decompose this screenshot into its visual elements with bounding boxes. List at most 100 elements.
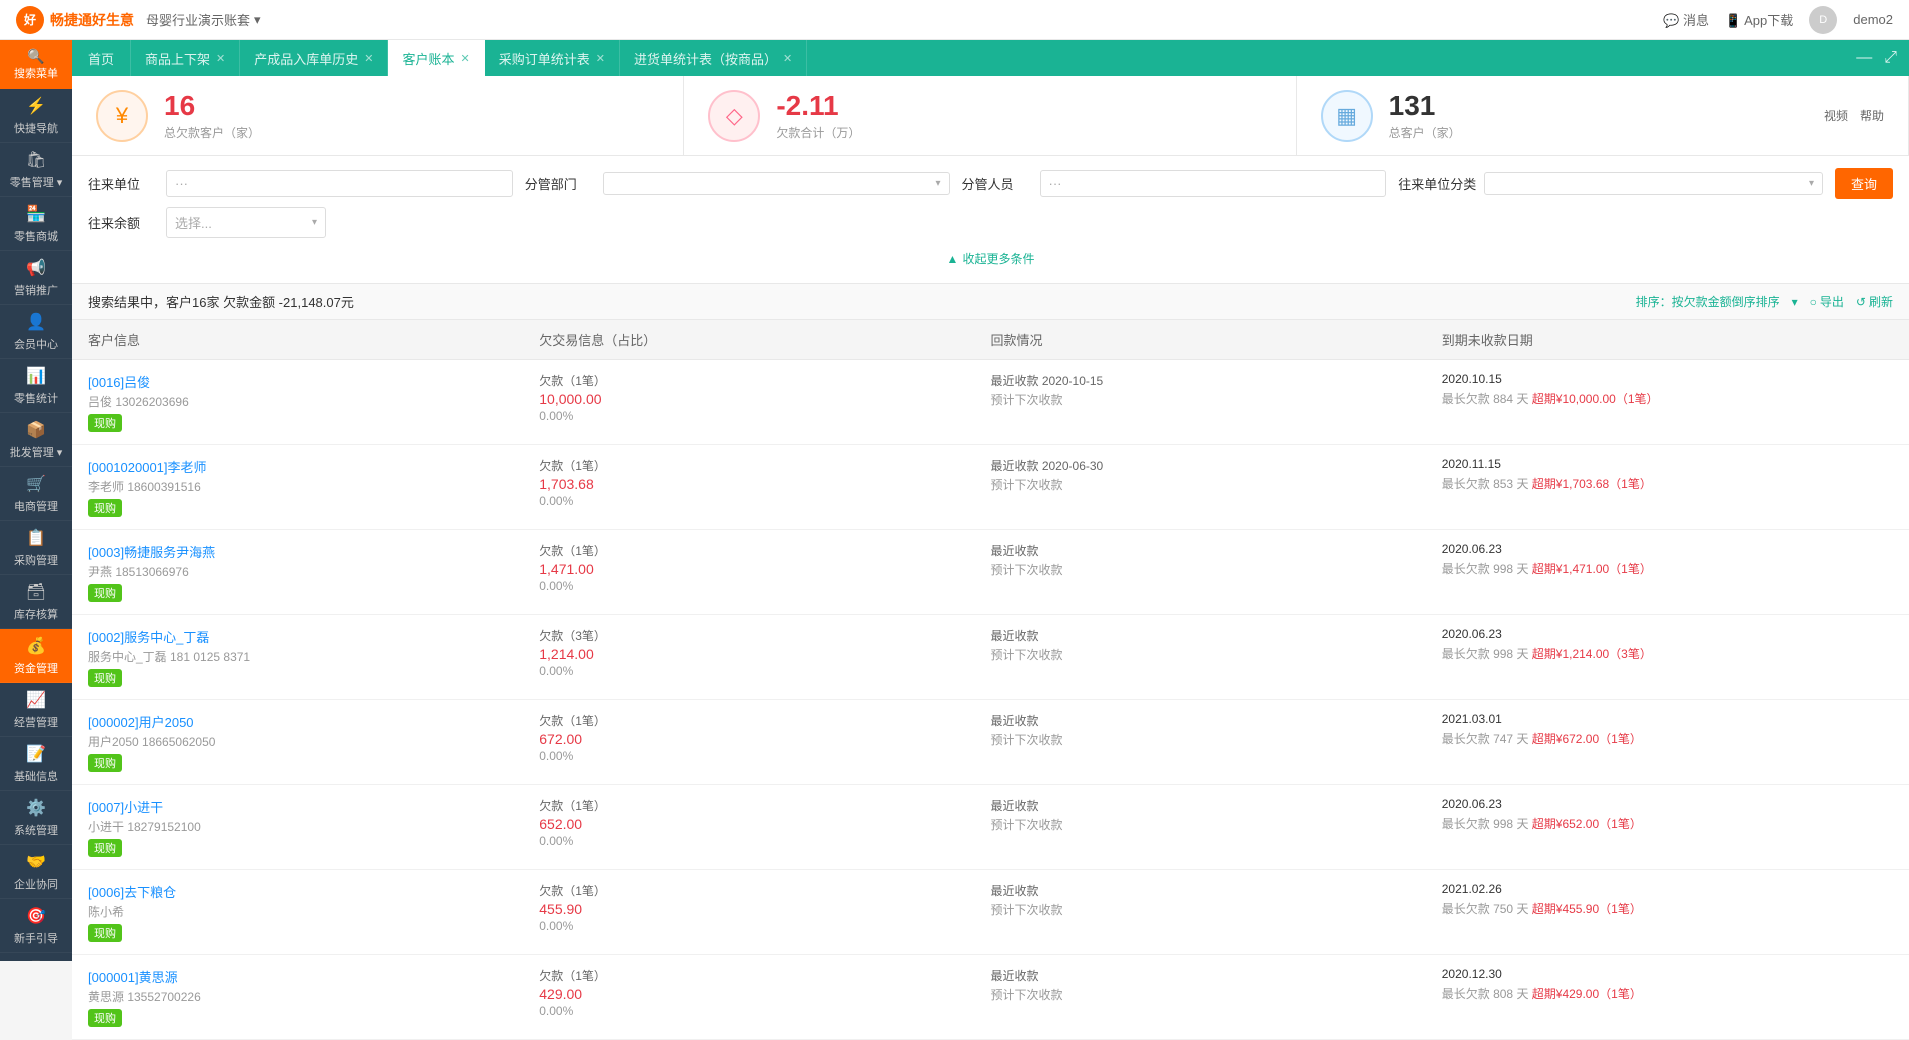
debt-cell-6: 欠款（1笔） 455.90 0.00% [539, 882, 990, 933]
overdue-link-4[interactable]: 超期¥672.00（1笔） [1532, 732, 1642, 746]
sidebar-item-quick-nav[interactable]: ⚡ 快捷导航 [0, 89, 72, 143]
unit-category-input[interactable]: ▾ [1484, 172, 1823, 195]
sidebar-item-newbie[interactable]: 🎯 新手引导 [0, 899, 72, 953]
customer-sub-2: 尹燕 18513066976 [88, 563, 539, 580]
customer-id-2[interactable]: [0003]畅捷服务尹海燕 [88, 542, 539, 561]
overdue-info-1: 最长欠款 853 天 超期¥1,703.68（1笔） [1442, 475, 1893, 492]
tab-home[interactable]: 首页 [72, 40, 131, 76]
debt-label-0: 欠款（1笔） [539, 372, 990, 389]
tab-products[interactable]: 商品上下架 ✕ [131, 40, 240, 76]
overdue-date-2: 2020.06.23 [1442, 542, 1893, 556]
top-bar-left: 好 畅捷通好生意 母婴行业演示账套 ▾ [16, 6, 261, 34]
enterprise-icon: 🤝 [26, 852, 46, 872]
customer-sub-3: 服务中心_丁磊 181 0125 8371 [88, 648, 539, 665]
overdue-info-7: 最长欠款 808 天 超期¥429.00（1笔） [1442, 985, 1893, 1002]
collapse-btn[interactable]: ▲ 收起更多条件 [88, 246, 1893, 271]
table-row: [0006]去下粮仓 陈小希 现购 欠款（1笔） 455.90 0.00% 最近… [72, 870, 1909, 955]
tab-products-close[interactable]: ✕ [216, 52, 225, 65]
sidebar-item-ecommerce[interactable]: 🛒 电商管理 [0, 467, 72, 521]
debt-cell-2: 欠款（1笔） 1,471.00 0.00% [539, 542, 990, 593]
overdue-cell-2: 2020.06.23 最长欠款 998 天 超期¥1,471.00（1笔） [1442, 542, 1893, 577]
table-body: [0016]吕俊 吕俊 13026203696 现购 欠款（1笔） 10,000… [72, 360, 1909, 1040]
overdue-link-3[interactable]: 超期¥1,214.00（3笔） [1532, 647, 1652, 661]
capital-icon: 💰 [26, 636, 46, 656]
system-label: 系统管理 [14, 822, 58, 838]
overdue-link-1[interactable]: 超期¥1,703.68（1笔） [1532, 477, 1652, 491]
overdue-link-5[interactable]: 超期¥652.00（1笔） [1532, 817, 1642, 831]
debt-percent-4: 0.00% [539, 749, 990, 763]
sidebar-item-marketing[interactable]: 📢 营销推广 [0, 251, 72, 305]
overdue-link-6[interactable]: 超期¥455.90（1笔） [1532, 902, 1642, 916]
debt-cell-0: 欠款（1笔） 10,000.00 0.00% [539, 372, 990, 423]
sidebar-item-operations[interactable]: 📈 经营管理 [0, 683, 72, 737]
tab-expand-btn[interactable]: ⤢ [1880, 47, 1901, 69]
tab-stock-stat[interactable]: 进货单统计表（按商品） ✕ [620, 40, 807, 76]
sidebar-item-system[interactable]: ⚙️ 系统管理 [0, 791, 72, 845]
debt-amount-1: 1,703.68 [539, 476, 990, 492]
collection-next-6: 预计下次收款 [991, 901, 1442, 918]
result-actions: 排序：按欠款金额倒序排序 ▾ ○ 导出 ↺ 刷新 [1636, 293, 1893, 310]
sort-select[interactable]: 排序：按欠款金额倒序排序 [1636, 293, 1780, 310]
sidebar-item-inventory[interactable]: 🗃 库存核算 [0, 575, 72, 629]
sidebar-search[interactable]: 🔍 搜索菜单 [0, 40, 72, 89]
debt-cell-1: 欠款（1笔） 1,703.68 0.00% [539, 457, 990, 508]
customer-sub-1: 李老师 18600391516 [88, 478, 539, 495]
person-label: 分管人员 [962, 174, 1032, 193]
tab-minimize-btn[interactable]: — [1852, 47, 1876, 69]
from-unit-input[interactable]: ··· [166, 170, 513, 197]
sidebar-item-retail-mgmt[interactable]: 🛍 零售管理 ▾ [0, 143, 72, 197]
message-btn[interactable]: 💬 消息 [1663, 10, 1709, 29]
help-btn[interactable]: 帮助 [1860, 107, 1884, 124]
from-unit-label: 往来单位 [88, 174, 158, 193]
sidebar-item-basic-info[interactable]: 📝 基础信息 [0, 737, 72, 791]
customer-id-7[interactable]: [000001]黄思源 [88, 967, 539, 986]
customer-id-3[interactable]: [0002]服务中心_丁磊 [88, 627, 539, 646]
sidebar-item-app-center[interactable]: 📱 应用中心 [0, 953, 72, 961]
person-input[interactable]: ··· [1040, 170, 1387, 197]
collection-cell-1: 最近收款 2020-06-30 预计下次收款 [991, 457, 1442, 493]
result-bar: 搜索结果中，客户16家 欠款金额 -21,148.07元 排序：按欠款金额倒序排… [72, 284, 1909, 320]
balance-placeholder: 选择... [175, 213, 212, 232]
sidebar-item-capital[interactable]: 💰 资金管理 [0, 629, 72, 683]
customer-id-1[interactable]: [0001020001]李老师 [88, 457, 539, 476]
view-btn[interactable]: 视频 [1824, 107, 1848, 124]
company-select[interactable]: 母婴行业演示账套 ▾ [146, 10, 261, 29]
department-input[interactable]: ▾ [603, 172, 950, 195]
tab-customer-account-close[interactable]: ✕ [461, 52, 470, 65]
collection-next-5: 预计下次收款 [991, 816, 1442, 833]
tab-stock-stat-close[interactable]: ✕ [783, 52, 792, 65]
tab-stock-history-close[interactable]: ✕ [364, 52, 373, 65]
customer-id-0[interactable]: [0016]吕俊 [88, 372, 539, 391]
customer-id-5[interactable]: [0007]小进干 [88, 797, 539, 816]
collection-next-7: 预计下次收款 [991, 986, 1442, 1003]
sidebar-item-batch-mgmt[interactable]: 📦 批发管理 ▾ [0, 413, 72, 467]
sidebar-item-retail-mall[interactable]: 🏪 零售商城 [0, 197, 72, 251]
app-download-btn[interactable]: 📱 App下载 [1725, 10, 1793, 29]
sidebar-item-enterprise[interactable]: 🤝 企业协同 [0, 845, 72, 899]
sidebar-item-retail-stat[interactable]: 📊 零售统计 [0, 359, 72, 413]
overdue-info-3: 最长欠款 998 天 超期¥1,214.00（3笔） [1442, 645, 1893, 662]
balance-select[interactable]: 选择... ▾ [166, 207, 326, 238]
sidebar-item-purchase[interactable]: 📋 采购管理 [0, 521, 72, 575]
collection-date-0: 最近收款 2020-10-15 [991, 372, 1442, 389]
overdue-date-3: 2020.06.23 [1442, 627, 1893, 641]
customer-id-6[interactable]: [0006]去下粮仓 [88, 882, 539, 901]
search-button[interactable]: 查询 [1835, 168, 1893, 199]
customer-id-4[interactable]: [000002]用户2050 [88, 712, 539, 731]
refresh-btn[interactable]: ↺ 刷新 [1856, 293, 1893, 310]
customer-badge-0: 现购 [88, 414, 122, 432]
tab-customer-account[interactable]: 客户账本 ✕ [388, 40, 484, 76]
overdue-link-7[interactable]: 超期¥429.00（1笔） [1532, 987, 1642, 1001]
stat-label-overdue-customers: 总欠款客户（家） [164, 124, 260, 141]
balance-dropdown-icon: ▾ [312, 217, 317, 228]
avatar[interactable]: D [1809, 6, 1837, 34]
tab-purchase-order[interactable]: 采购订单统计表 ✕ [485, 40, 620, 76]
tab-stock-history[interactable]: 产成品入库单历史 ✕ [240, 40, 388, 76]
collection-cell-5: 最近收款 预计下次收款 [991, 797, 1442, 833]
marketing-label: 营销推广 [14, 282, 58, 298]
overdue-link-0[interactable]: 超期¥10,000.00（1笔） [1532, 392, 1659, 406]
overdue-link-2[interactable]: 超期¥1,471.00（1笔） [1532, 562, 1652, 576]
export-btn[interactable]: ○ 导出 [1810, 293, 1844, 310]
sidebar-item-member[interactable]: 👤 会员中心 [0, 305, 72, 359]
tab-purchase-order-close[interactable]: ✕ [596, 52, 605, 65]
